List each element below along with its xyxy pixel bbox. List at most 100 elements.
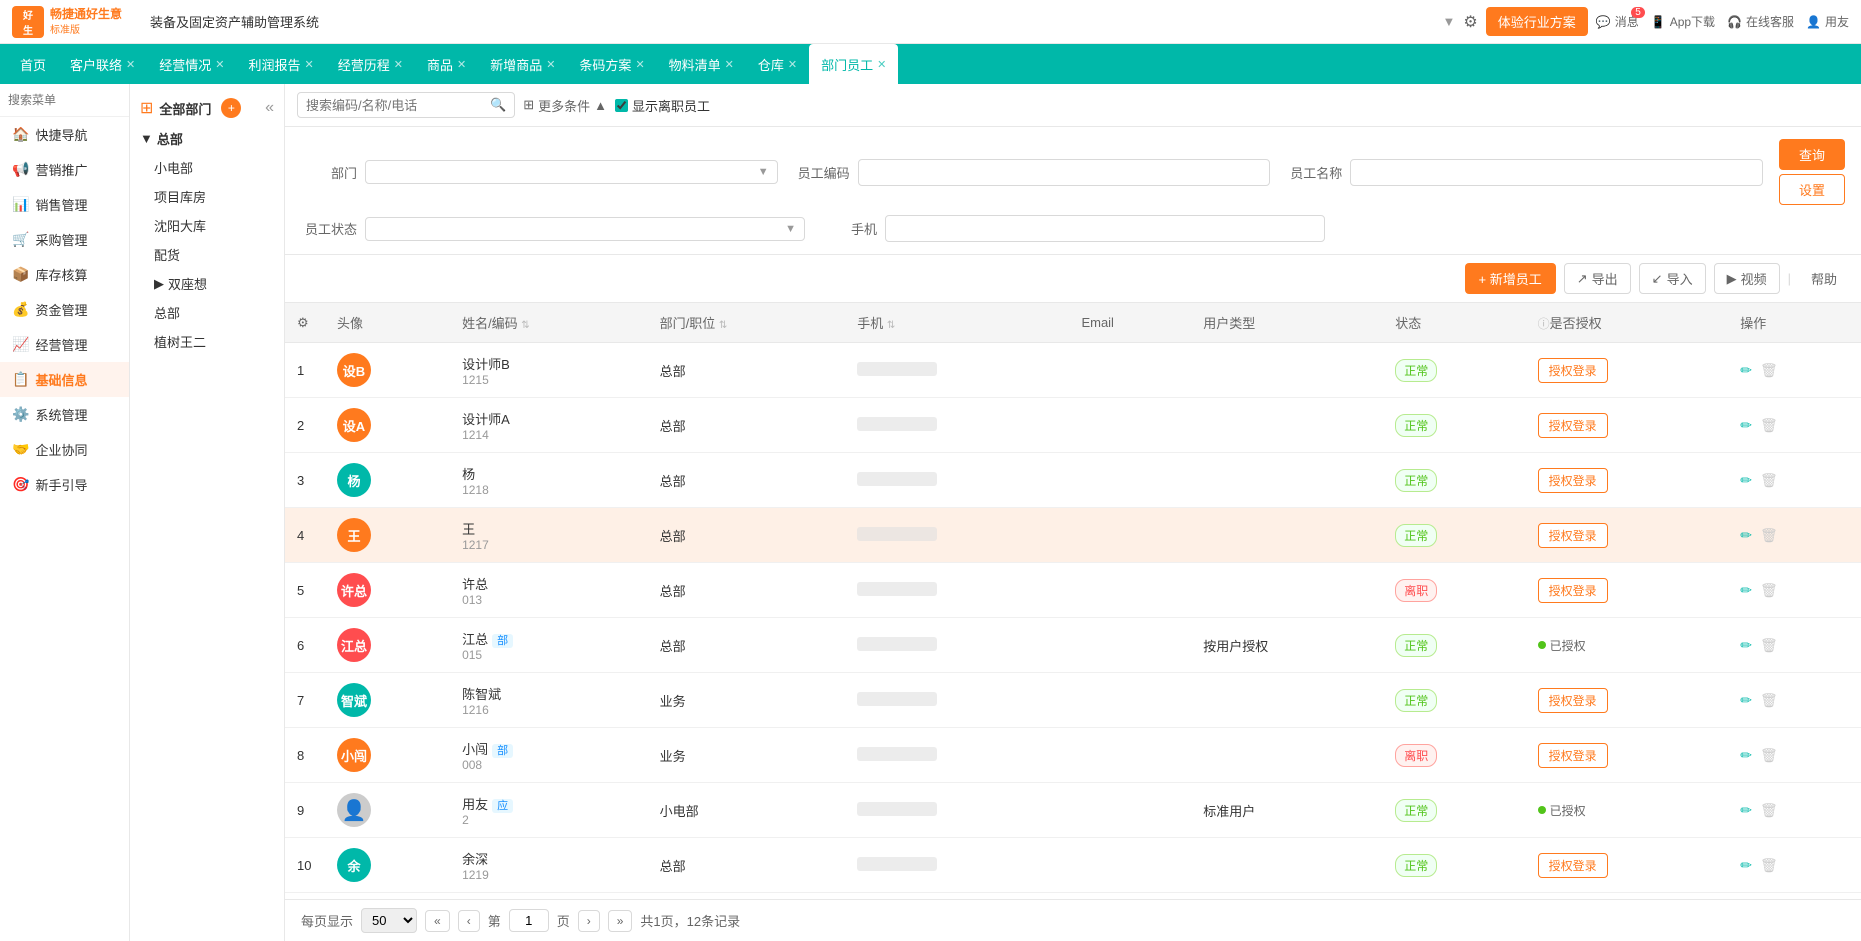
sidebar-item-guide[interactable]: 🎯 新手引导 (0, 467, 129, 502)
auth-button[interactable]: 授权登录 (1538, 743, 1608, 768)
empstatus-select[interactable]: ▼ (365, 217, 805, 241)
auth-button[interactable]: 授权登录 (1538, 523, 1608, 548)
close-icon[interactable]: ✕ (305, 58, 314, 71)
set-button[interactable]: 设置 (1779, 174, 1845, 205)
col-dept[interactable]: 部门/职位 ⇅ (648, 303, 846, 343)
delete-icon[interactable]: 🗑 (1760, 802, 1778, 819)
delete-icon[interactable]: 🗑 (1760, 692, 1778, 709)
edit-icon[interactable]: ✏ (1740, 582, 1752, 599)
try-button[interactable]: 体验行业方案 (1486, 7, 1588, 36)
query-button[interactable]: 查询 (1779, 139, 1845, 170)
edit-icon[interactable]: ✏ (1740, 802, 1752, 819)
sidebar-item-sales[interactable]: 📊 销售管理 (0, 187, 129, 222)
more-conditions-btn[interactable]: ⊞ 更多条件 ▲ (523, 96, 607, 115)
dept-node-xiaodianbu[interactable]: 小电部 (130, 153, 284, 182)
nav-item-profit[interactable]: 利润报告 ✕ (236, 44, 325, 84)
nav-item-warehouse[interactable]: 仓库 ✕ (746, 44, 809, 84)
delete-icon[interactable]: 🗑 (1760, 857, 1778, 874)
add-dept-btn[interactable]: + (221, 98, 241, 118)
edit-icon[interactable]: ✏ (1740, 637, 1752, 654)
sidebar-item-basic[interactable]: 📋 基础信息 (0, 362, 129, 397)
dept-node-shenyang[interactable]: 沈阳大库 (130, 211, 284, 240)
delete-icon[interactable]: 🗑 (1760, 472, 1778, 489)
help-button[interactable]: 帮助 (1799, 264, 1849, 293)
close-icon[interactable]: ✕ (788, 58, 797, 71)
sidebar-item-finance[interactable]: 💰 资金管理 (0, 292, 129, 327)
app-download-btn[interactable]: 📱 App下载 (1651, 13, 1715, 30)
phone-input[interactable] (885, 215, 1325, 242)
edit-icon[interactable]: ✏ (1740, 747, 1752, 764)
message-btn[interactable]: 💬 消息 5 (1596, 13, 1639, 30)
edit-icon[interactable]: ✏ (1740, 362, 1752, 379)
delete-icon[interactable]: 🗑 (1760, 527, 1778, 544)
gear-icon[interactable]: ⚙ (1463, 12, 1477, 32)
show-resigned-input[interactable] (615, 99, 628, 112)
delete-icon[interactable]: 🗑 (1760, 417, 1778, 434)
close-icon[interactable]: ✕ (126, 58, 135, 71)
close-icon[interactable]: ✕ (877, 58, 886, 71)
close-icon[interactable]: ✕ (546, 58, 555, 71)
page-size-select[interactable]: 50 100 (361, 908, 417, 933)
dept-node-peihuo[interactable]: 配货 (130, 240, 284, 269)
col-phone[interactable]: 手机 ⇅ (845, 303, 1069, 343)
edit-icon[interactable]: ✏ (1740, 417, 1752, 434)
search-input[interactable] (306, 98, 486, 113)
auth-button[interactable]: 授权登录 (1538, 578, 1608, 603)
dept-node-zongbu[interactable]: ▼ 总部 (130, 124, 284, 153)
sidebar-item-inventory[interactable]: 📦 库存核算 (0, 257, 129, 292)
edit-icon[interactable]: ✏ (1740, 472, 1752, 489)
add-employee-button[interactable]: + 新增员工 (1465, 263, 1556, 294)
col-name[interactable]: 姓名/编码 ⇅ (450, 303, 648, 343)
col-settings[interactable]: ⚙ (285, 303, 325, 343)
auth-button[interactable]: 授权登录 (1538, 688, 1608, 713)
import-button[interactable]: ↙ 导入 (1639, 263, 1706, 294)
dept-node-zhishu[interactable]: 植树王二 (130, 327, 284, 356)
nav-item-home[interactable]: 首页 (8, 44, 58, 84)
dept-node-project[interactable]: 项目库房 (130, 182, 284, 211)
dept-select[interactable]: ▼ (365, 160, 778, 184)
auth-button[interactable]: 授权登录 (1538, 358, 1608, 383)
nav-item-operation[interactable]: 经营情况 ✕ (147, 44, 236, 84)
edit-icon[interactable]: ✏ (1740, 692, 1752, 709)
next-page-btn[interactable]: › (578, 910, 600, 932)
edit-icon[interactable]: ✏ (1740, 527, 1752, 544)
sidebar-item-system[interactable]: ⚙️ 系统管理 (0, 397, 129, 432)
sidebar-item-marketing[interactable]: 📢 营销推广 (0, 152, 129, 187)
nav-item-customer[interactable]: 客户联络 ✕ (58, 44, 147, 84)
dept-node-zongbu2[interactable]: 总部 (130, 298, 284, 327)
auth-button[interactable]: 授权登录 (1538, 853, 1608, 878)
auth-button[interactable]: 授权登录 (1538, 413, 1608, 438)
user-avatar[interactable]: 👤 用友 (1806, 13, 1849, 30)
sidebar-item-business[interactable]: 📈 经营管理 (0, 327, 129, 362)
close-icon[interactable]: ✕ (394, 58, 403, 71)
nav-item-goods[interactable]: 商品 ✕ (415, 44, 478, 84)
sidebar-item-quicknav[interactable]: 🏠 快捷导航 (0, 117, 129, 152)
close-icon[interactable]: ✕ (215, 58, 224, 71)
show-resigned-checkbox[interactable]: 显示离职员工 (615, 96, 710, 115)
nav-item-bom[interactable]: 物料清单 ✕ (657, 44, 746, 84)
nav-item-employee[interactable]: 部门员工 ✕ (809, 44, 898, 84)
last-page-btn[interactable]: » (608, 910, 633, 932)
video-button[interactable]: ▶ 视频 (1714, 263, 1780, 294)
nav-item-barcode[interactable]: 条码方案 ✕ (567, 44, 656, 84)
delete-icon[interactable]: 🗑 (1760, 747, 1778, 764)
delete-icon[interactable]: 🗑 (1760, 362, 1778, 379)
auth-button[interactable]: 授权登录 (1538, 468, 1608, 493)
sidebar-item-purchase[interactable]: 🛒 采购管理 (0, 222, 129, 257)
dept-node-shuangzuo[interactable]: ▶ 双座想 (130, 269, 284, 298)
delete-icon[interactable]: 🗑 (1760, 582, 1778, 599)
nav-item-journey[interactable]: 经营历程 ✕ (326, 44, 415, 84)
first-page-btn[interactable]: « (425, 910, 450, 932)
prev-page-btn[interactable]: ‹ (458, 910, 480, 932)
edit-icon[interactable]: ✏ (1740, 857, 1752, 874)
empcode-input[interactable] (858, 159, 1271, 186)
close-icon[interactable]: ✕ (635, 58, 644, 71)
collapse-tree-btn[interactable]: « (265, 99, 274, 117)
page-input[interactable] (509, 909, 549, 932)
export-button[interactable]: ↗ 导出 (1564, 263, 1631, 294)
sidebar-item-collab[interactable]: 🤝 企业协同 (0, 432, 129, 467)
close-icon[interactable]: ✕ (725, 58, 734, 71)
online-service-btn[interactable]: 🎧 在线客服 (1727, 13, 1794, 30)
close-icon[interactable]: ✕ (457, 58, 466, 71)
empname-input[interactable] (1350, 159, 1763, 186)
